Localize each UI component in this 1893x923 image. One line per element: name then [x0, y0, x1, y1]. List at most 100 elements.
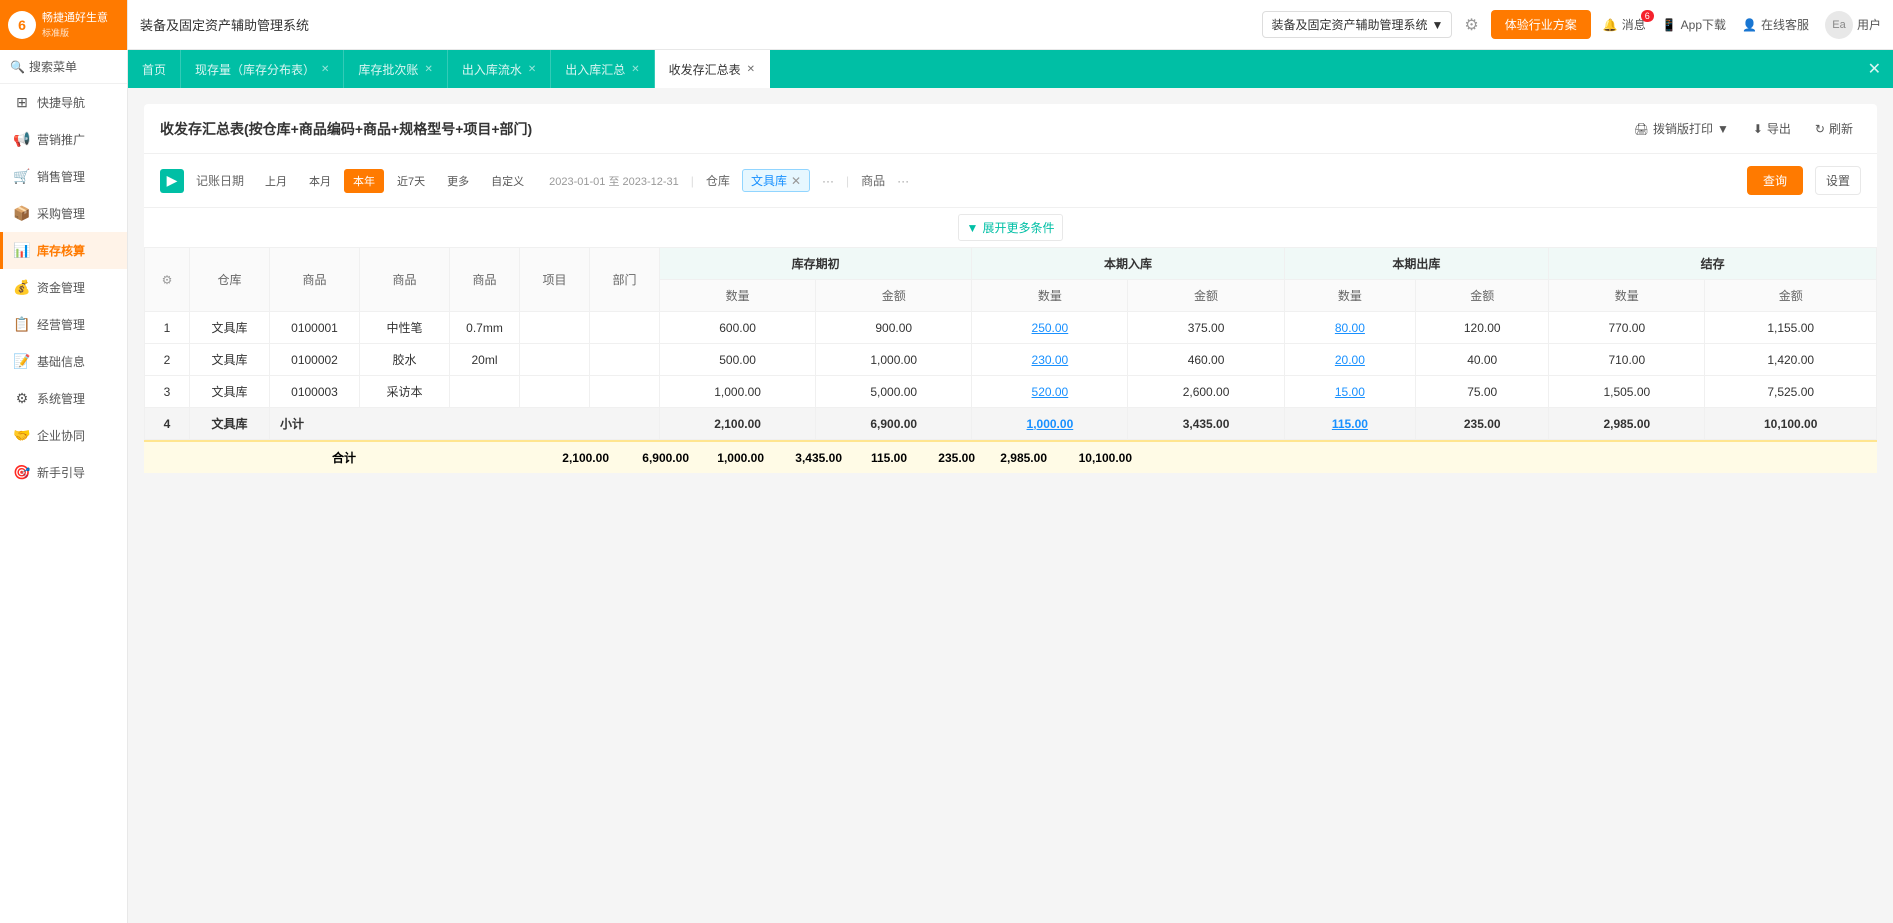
sidebar-item-sales[interactable]: 🛒销售管理: [0, 158, 127, 195]
cell-out-qty[interactable]: 15.00: [1284, 376, 1416, 408]
cell-out-qty[interactable]: 20.00: [1284, 344, 1416, 376]
tab-receive-send[interactable]: 收发存汇总表 ✕: [655, 50, 770, 88]
sidebar-item-marketing[interactable]: 📢营销推广: [0, 121, 127, 158]
cell-dept: [590, 344, 660, 376]
tab-home[interactable]: 首页: [128, 50, 181, 88]
sidebar-item-collab[interactable]: 🤝企业协同: [0, 417, 127, 454]
sidebar-item-operation[interactable]: 📋 经营管理: [0, 306, 127, 343]
sidebar-item-quick-nav[interactable]: ⊞快捷导航: [0, 84, 127, 121]
notifications-btn[interactable]: 🔔 消息 6: [1603, 16, 1646, 33]
cell-in-qty[interactable]: 230.00: [972, 344, 1128, 376]
th-settings: ⚙: [145, 248, 190, 312]
tab-close-btn[interactable]: ✕: [321, 64, 329, 75]
refresh-label: 刷新: [1829, 120, 1853, 137]
tab-close-btn[interactable]: ✕: [424, 64, 432, 75]
tab-in-out-flow[interactable]: 出入库流水 ✕: [448, 50, 551, 88]
cell-name: 中性笔: [360, 312, 450, 344]
cell-in-qty[interactable]: 250.00: [972, 312, 1128, 344]
date-btn-更多[interactable]: 更多: [438, 169, 478, 193]
warehouse-tag[interactable]: 文具库 ✕: [742, 169, 810, 192]
date-btn-本年[interactable]: 本年: [344, 169, 384, 193]
date-btn-自定义[interactable]: 自定义: [482, 169, 533, 193]
tabs-container: 首页现存量（库存分布表） ✕库存批次账 ✕出入库流水 ✕出入库汇总 ✕收发存汇总…: [128, 50, 1856, 88]
system-icon: ⚙: [13, 390, 31, 407]
sidebar-item-inventory[interactable]: 📊库存核算: [0, 232, 127, 269]
cell-close-qty: 770.00: [1549, 312, 1705, 344]
cell-code: 0100002: [270, 344, 360, 376]
sidebar-nav-label: 采购管理: [37, 205, 85, 222]
export-btn[interactable]: ⬇ 导出: [1745, 116, 1799, 141]
sidebar-item-purchase[interactable]: 📦采购管理: [0, 195, 127, 232]
cell-warehouse: 文具库: [190, 344, 270, 376]
tab-label: 首页: [142, 61, 166, 78]
online-service-label: 在线客服: [1761, 16, 1809, 33]
experience-button[interactable]: 体验行业方案: [1491, 10, 1591, 39]
sidebar-item-basic[interactable]: 📝基础信息: [0, 343, 127, 380]
settings-button[interactable]: 设置: [1815, 166, 1861, 195]
th-closing: 结存: [1549, 248, 1877, 280]
footer-open-qty: 2,100.00: [534, 451, 609, 465]
filter-toggle-btn[interactable]: ▶: [160, 169, 184, 193]
user-btn[interactable]: Ea 用户: [1825, 11, 1881, 39]
online-service-btn[interactable]: 👤 在线客服: [1742, 16, 1809, 33]
th-out: 本期出库: [1284, 248, 1549, 280]
cell-in-qty[interactable]: 520.00: [972, 376, 1128, 408]
app-download-btn[interactable]: 📱 App下载: [1662, 16, 1726, 33]
subtotal-in-amt: 3,435.00: [1128, 408, 1284, 440]
footer-in-amt: 3,435.00: [764, 451, 842, 465]
logo-icon: 6: [8, 11, 36, 39]
sidebar-nav: ⊞快捷导航📢营销推广🛒销售管理📦采购管理📊库存核算💰资金管理 📋 经营管理 📝基础信息…: [0, 84, 127, 491]
finance-icon: 💰: [13, 279, 31, 296]
tab-close-btn[interactable]: ✕: [631, 64, 639, 75]
refresh-icon: ↻: [1815, 122, 1825, 136]
th-close-amt: 金额: [1705, 280, 1877, 312]
query-button[interactable]: 查询: [1747, 166, 1803, 195]
warehouse-tag-text: 文具库: [751, 172, 787, 189]
th-open-amt: 金额: [816, 280, 972, 312]
close-all-tabs-btn[interactable]: ✕: [1856, 59, 1893, 79]
date-btn-近7天[interactable]: 近7天: [388, 169, 434, 193]
th-close-qty: 数量: [1549, 280, 1705, 312]
gear-icon[interactable]: ⚙: [155, 268, 179, 292]
subtotal-close-qty: 2,985.00: [1549, 408, 1705, 440]
warehouse-tag-close[interactable]: ✕: [791, 174, 801, 188]
gear-icon[interactable]: ⚙: [1464, 15, 1478, 35]
goods-more-btn[interactable]: ···: [897, 174, 909, 188]
topbar: 装备及固定资产辅助管理系统 装备及固定资产辅助管理系统 ▼ ⚙ 体验行业方案 🔔…: [128, 0, 1893, 50]
user-label: 用户: [1857, 16, 1881, 33]
expand-label: 展开更多条件: [982, 219, 1054, 236]
search-menu[interactable]: 🔍 搜索菜单: [0, 50, 127, 84]
panel-header: 收发存汇总表(按仓库+商品编码+商品+规格型号+项目+部门) 🖨 拨销版打印 ▼…: [144, 104, 1877, 154]
tab-batch-ledger[interactable]: 库存批次账 ✕: [344, 50, 447, 88]
operation-icon: 📋: [13, 316, 31, 333]
tab-close-btn[interactable]: ✕: [747, 64, 755, 75]
cell-out-qty[interactable]: 80.00: [1284, 312, 1416, 344]
date-btn-本月[interactable]: 本月: [300, 169, 340, 193]
subtotal-open-amt: 6,900.00: [816, 408, 972, 440]
th-out-amt: 金额: [1416, 280, 1549, 312]
warehouse-more-btn[interactable]: ···: [822, 174, 834, 188]
sidebar-nav-label: 销售管理: [37, 168, 85, 185]
table-row: 1 文具库 0100001 中性笔 0.7mm 600.00 900.00 25…: [145, 312, 1877, 344]
sidebar-item-finance[interactable]: 💰资金管理: [0, 269, 127, 306]
subtotal-out-qty: 115.00: [1284, 408, 1416, 440]
footer-out-amt: 235.00: [907, 451, 975, 465]
tab-close-btn[interactable]: ✕: [528, 64, 536, 75]
tab-in-out-summary[interactable]: 出入库汇总 ✕: [551, 50, 654, 88]
footer-close-amt: 10,100.00: [1047, 451, 1132, 465]
system-select[interactable]: 装备及固定资产辅助管理系统 ▼: [1262, 11, 1452, 38]
sidebar-nav-label: 经营管理: [37, 316, 85, 333]
cell-out-amt: 40.00: [1416, 344, 1549, 376]
cell-open-qty: 600.00: [660, 312, 816, 344]
tab-stock-dist[interactable]: 现存量（库存分布表） ✕: [181, 50, 344, 88]
table-wrapper: ⚙ 仓库 商品 商品 商品 项目 部门 库存期初 本期入库 本期出库 结存: [144, 247, 1877, 440]
tab-label: 收发存汇总表: [669, 61, 741, 78]
print-btn[interactable]: 🖨 拨销版打印 ▼: [1626, 116, 1737, 141]
main-panel: 收发存汇总表(按仓库+商品编码+商品+规格型号+项目+部门) 🖨 拨销版打印 ▼…: [144, 104, 1877, 473]
sidebar-item-system[interactable]: ⚙系统管理: [0, 380, 127, 417]
date-btn-上月[interactable]: 上月: [256, 169, 296, 193]
expand-conditions-btn[interactable]: ▼ 展开更多条件: [958, 214, 1064, 241]
sidebar-item-guide[interactable]: 🎯新手引导: [0, 454, 127, 491]
refresh-btn[interactable]: ↻ 刷新: [1807, 116, 1861, 141]
cell-warehouse: 文具库: [190, 312, 270, 344]
